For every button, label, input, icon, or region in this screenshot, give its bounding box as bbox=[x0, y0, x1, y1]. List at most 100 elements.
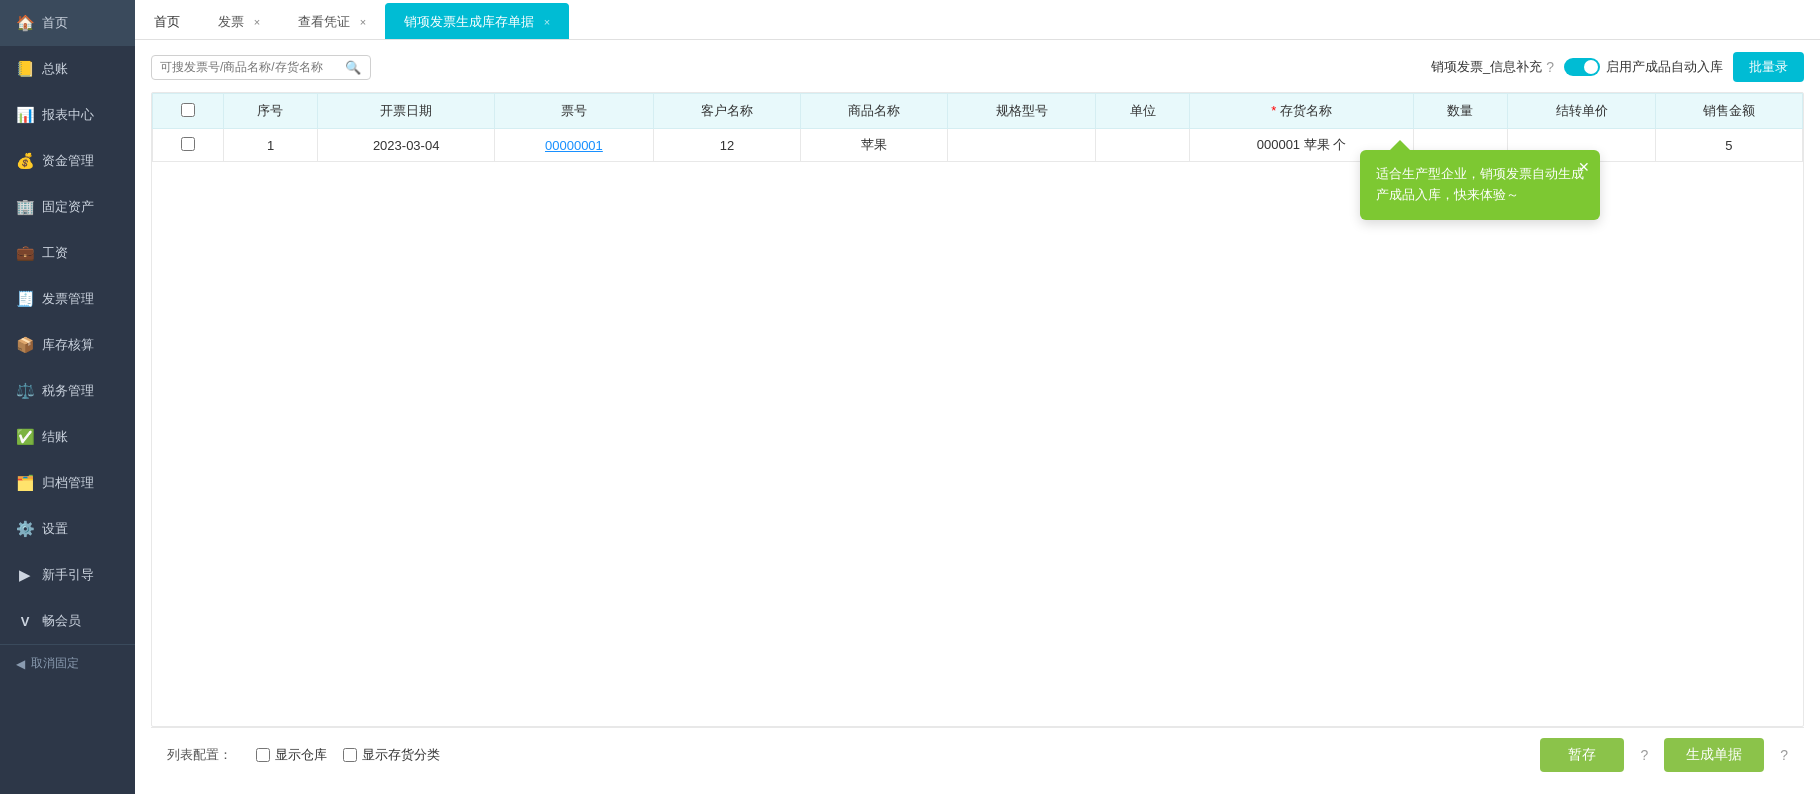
tab-bar: 首页 发票 × 查看凭证 × 销项发票生成库存单据 × bbox=[135, 0, 1820, 40]
sidebar-item-settle[interactable]: ✅ 结账 bbox=[0, 414, 135, 460]
tooltip-popup: ✕ 适合生产型企业，销项发票自动生成产成品入库，快来体验～ bbox=[1360, 150, 1600, 220]
ledger-icon: 📒 bbox=[16, 60, 34, 78]
col-product: 商品名称 bbox=[801, 94, 948, 129]
sidebar: 🏠 首页 📒 总账 📊 报表中心 💰 资金管理 🏢 固定资产 💼 工资 🧾 发票… bbox=[0, 0, 135, 794]
sidebar-item-archive[interactable]: 🗂️ 归档管理 bbox=[0, 460, 135, 506]
generate-button[interactable]: 生成单据 bbox=[1664, 738, 1764, 772]
tab-invoice[interactable]: 发票 × bbox=[199, 3, 279, 39]
col-inventory: 存货名称 bbox=[1190, 94, 1413, 129]
sidebar-item-vip[interactable]: V 畅会员 bbox=[0, 598, 135, 644]
unpin-label: 取消固定 bbox=[31, 655, 79, 672]
row-spec bbox=[948, 129, 1095, 162]
toolbar: 🔍 销项发票_信息补充 ? 启用产成品自动入库 批量录 bbox=[151, 52, 1804, 82]
bottom-bar: 列表配置： 显示仓库 显示存货分类 暂存 ? 生成单据 ? bbox=[151, 727, 1804, 782]
generate-help-icon[interactable]: ? bbox=[1780, 747, 1788, 763]
table-header-row: 序号 开票日期 票号 客户名称 商品名称 规格型号 单位 存货名称 数量 结转单… bbox=[153, 94, 1803, 129]
config-label: 列表配置： bbox=[167, 746, 232, 764]
inventory-icon: 📦 bbox=[16, 336, 34, 354]
sidebar-item-capital[interactable]: 💰 资金管理 bbox=[0, 138, 135, 184]
invoice-mgmt-icon: 🧾 bbox=[16, 290, 34, 308]
toolbar-left: 🔍 bbox=[151, 55, 371, 80]
col-unit: 单位 bbox=[1095, 94, 1190, 129]
tab-home[interactable]: 首页 bbox=[135, 3, 199, 39]
sidebar-item-label: 设置 bbox=[42, 520, 68, 538]
sidebar-item-label: 固定资产 bbox=[42, 198, 94, 216]
save-help-icon[interactable]: ? bbox=[1640, 747, 1648, 763]
col-sales-amount: 销售金额 bbox=[1655, 94, 1802, 129]
batch-button[interactable]: 批量录 bbox=[1733, 52, 1804, 82]
tab-stock-receipt[interactable]: 销项发票生成库存单据 × bbox=[385, 3, 569, 39]
save-button[interactable]: 暂存 bbox=[1540, 738, 1624, 772]
sidebar-item-label: 归档管理 bbox=[42, 474, 94, 492]
sidebar-item-inventory[interactable]: 📦 库存核算 bbox=[0, 322, 135, 368]
row-customer: 12 bbox=[653, 129, 800, 162]
tab-voucher-label: 查看凭证 bbox=[298, 14, 350, 29]
col-number: 票号 bbox=[494, 94, 653, 129]
tab-invoice-close[interactable]: × bbox=[254, 16, 260, 28]
col-unit-cost: 结转单价 bbox=[1508, 94, 1655, 129]
settings-icon: ⚙️ bbox=[16, 520, 34, 538]
show-category-checkbox[interactable] bbox=[343, 748, 357, 762]
sidebar-item-label: 总账 bbox=[42, 60, 68, 78]
sidebar-item-label: 工资 bbox=[42, 244, 68, 262]
tab-voucher[interactable]: 查看凭证 × bbox=[279, 3, 385, 39]
sidebar-item-label: 资金管理 bbox=[42, 152, 94, 170]
sidebar-item-label: 新手引导 bbox=[42, 566, 94, 584]
info-label-group: 销项发票_信息补充 ? bbox=[1431, 58, 1554, 76]
archive-icon: 🗂️ bbox=[16, 474, 34, 492]
col-seq: 序号 bbox=[223, 94, 318, 129]
row-seq: 1 bbox=[223, 129, 318, 162]
select-all-checkbox[interactable] bbox=[181, 103, 195, 117]
sidebar-item-home[interactable]: 🏠 首页 bbox=[0, 0, 135, 46]
guide-icon: ▶ bbox=[16, 566, 34, 584]
sidebar-item-ledger[interactable]: 📒 总账 bbox=[0, 46, 135, 92]
show-warehouse-label: 显示仓库 bbox=[275, 746, 327, 764]
sidebar-item-label: 报表中心 bbox=[42, 106, 94, 124]
tab-stock-receipt-close[interactable]: × bbox=[544, 16, 550, 28]
show-category-label: 显示存货分类 bbox=[362, 746, 440, 764]
show-category-option[interactable]: 显示存货分类 bbox=[343, 746, 440, 764]
tooltip-text: 适合生产型企业，销项发票自动生成产成品入库，快来体验～ bbox=[1376, 166, 1584, 202]
row-checkbox[interactable] bbox=[181, 137, 195, 151]
show-warehouse-checkbox[interactable] bbox=[256, 748, 270, 762]
sidebar-item-label: 结账 bbox=[42, 428, 68, 446]
auto-stock-toggle[interactable] bbox=[1564, 58, 1600, 76]
tooltip-close-button[interactable]: ✕ bbox=[1578, 156, 1590, 178]
info-help-icon[interactable]: ? bbox=[1546, 59, 1554, 75]
toggle-group: 启用产成品自动入库 bbox=[1564, 58, 1723, 76]
tab-stock-receipt-label: 销项发票生成库存单据 bbox=[404, 14, 534, 29]
col-customer: 客户名称 bbox=[653, 94, 800, 129]
unpin-button[interactable]: ◀ 取消固定 bbox=[0, 644, 135, 682]
sidebar-item-invoice-mgmt[interactable]: 🧾 发票管理 bbox=[0, 276, 135, 322]
sidebar-item-payroll[interactable]: 💼 工资 bbox=[0, 230, 135, 276]
row-checkbox-cell[interactable] bbox=[153, 129, 224, 162]
sidebar-item-label: 畅会员 bbox=[42, 612, 81, 630]
tab-voucher-close[interactable]: × bbox=[360, 16, 366, 28]
sidebar-item-fixed-assets[interactable]: 🏢 固定资产 bbox=[0, 184, 135, 230]
toggle-label: 启用产成品自动入库 bbox=[1606, 58, 1723, 76]
tooltip-arrow bbox=[1390, 140, 1410, 150]
sidebar-item-reports[interactable]: 📊 报表中心 bbox=[0, 92, 135, 138]
payroll-icon: 💼 bbox=[16, 244, 34, 262]
col-spec: 规格型号 bbox=[948, 94, 1095, 129]
sidebar-item-settings[interactable]: ⚙️ 设置 bbox=[0, 506, 135, 552]
col-checkbox[interactable] bbox=[153, 94, 224, 129]
row-product: 苹果 bbox=[801, 129, 948, 162]
search-box[interactable]: 🔍 bbox=[151, 55, 371, 80]
row-sales-amount: 5 bbox=[1655, 129, 1802, 162]
sidebar-item-tax[interactable]: ⚖️ 税务管理 bbox=[0, 368, 135, 414]
vip-icon: V bbox=[16, 614, 34, 629]
row-number[interactable]: 00000001 bbox=[494, 129, 653, 162]
show-warehouse-option[interactable]: 显示仓库 bbox=[256, 746, 327, 764]
reports-icon: 📊 bbox=[16, 106, 34, 124]
settle-icon: ✅ bbox=[16, 428, 34, 446]
toolbar-right: 销项发票_信息补充 ? 启用产成品自动入库 批量录 bbox=[1431, 52, 1804, 82]
fixed-assets-icon: 🏢 bbox=[16, 198, 34, 216]
search-icon: 🔍 bbox=[345, 60, 361, 75]
sidebar-item-guide[interactable]: ▶ 新手引导 bbox=[0, 552, 135, 598]
sidebar-item-label: 首页 bbox=[42, 14, 68, 32]
sidebar-item-label: 税务管理 bbox=[42, 382, 94, 400]
tax-icon: ⚖️ bbox=[16, 382, 34, 400]
sidebar-item-label: 库存核算 bbox=[42, 336, 94, 354]
search-input[interactable] bbox=[160, 60, 345, 74]
